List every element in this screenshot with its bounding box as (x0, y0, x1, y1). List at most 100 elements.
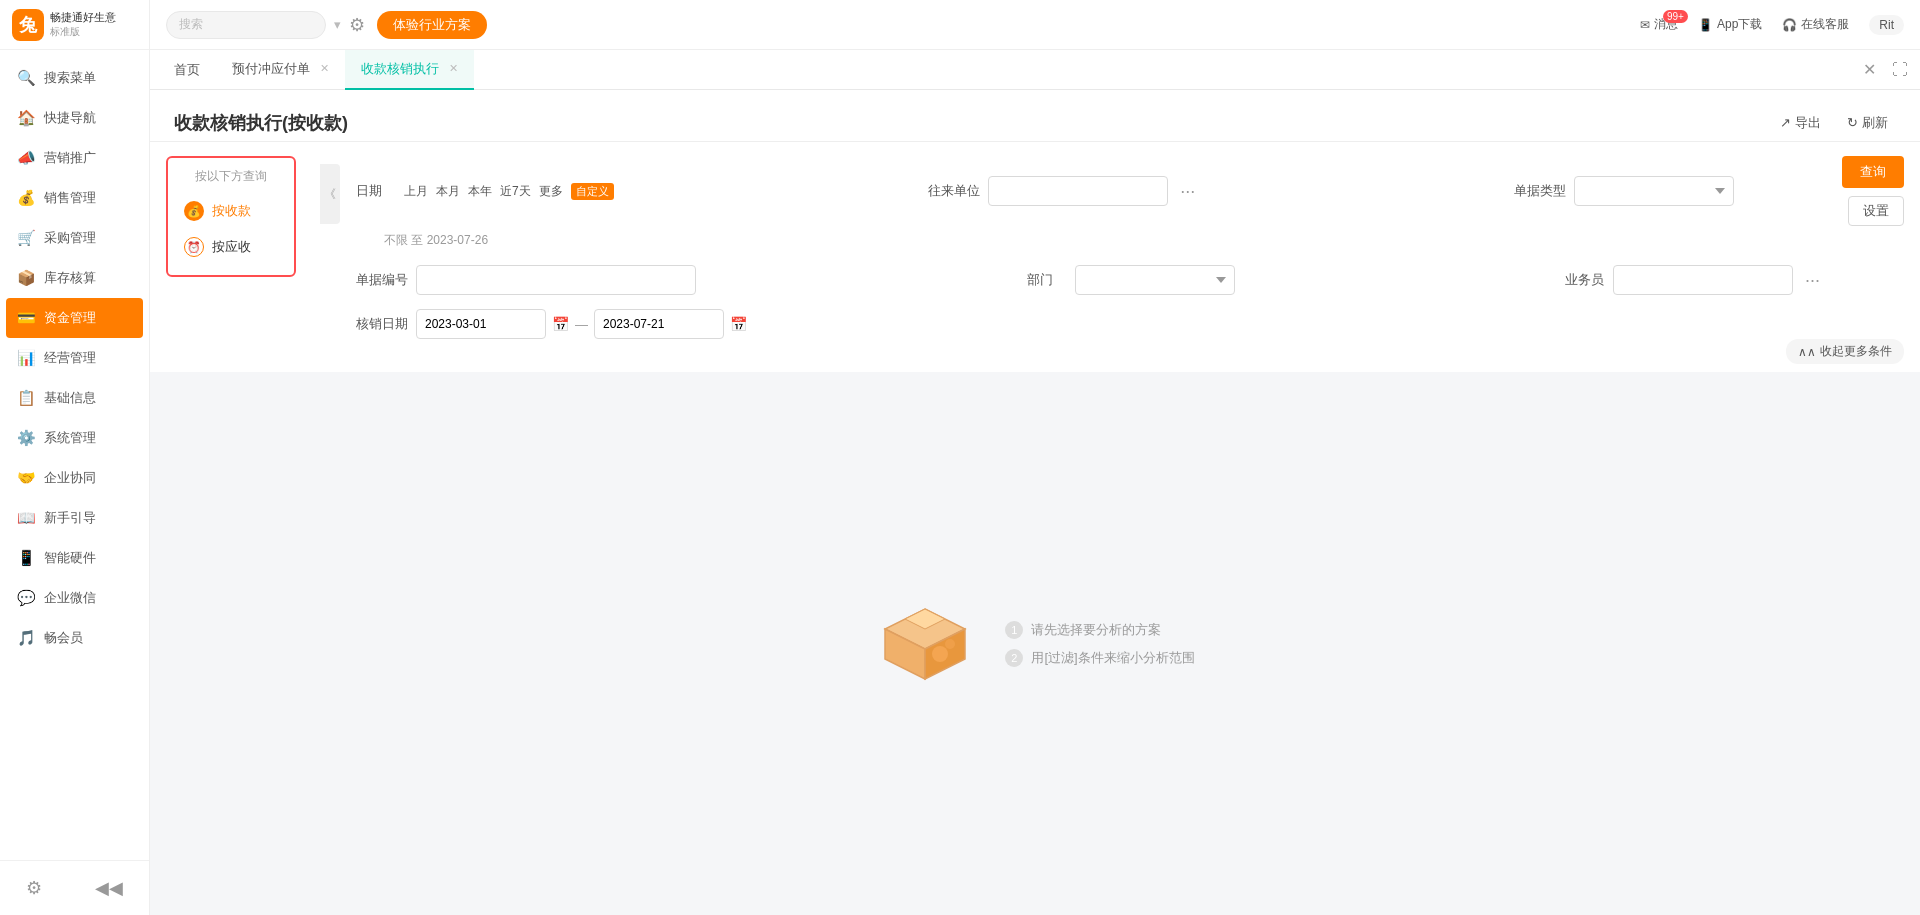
sidebar-item-operation[interactable]: 📊经营管理 (0, 338, 149, 378)
collapse-more-area: ∧∧ 收起更多条件 (166, 339, 1904, 372)
date-custom-badge[interactable]: 自定义 (571, 183, 614, 200)
refresh-icon: ↻ (1847, 115, 1858, 130)
date-more[interactable]: 更多 (539, 181, 563, 202)
app-download-item[interactable]: 📱 App下载 (1698, 16, 1762, 33)
sidebar-item-guide[interactable]: 📖新手引导 (0, 498, 149, 538)
search-placeholder-text: 搜索 (179, 16, 203, 33)
settings-icon[interactable]: ⚙ (20, 871, 48, 905)
verify-date-start[interactable] (416, 309, 546, 339)
close-window-icon[interactable]: ✕ (1859, 56, 1880, 83)
page-header-actions: ↗ 导出 ↻ 刷新 (1772, 110, 1896, 136)
settings-button[interactable]: 设置 (1848, 196, 1904, 226)
quick-nav-icon: 🏠 (16, 108, 36, 128)
staff-input[interactable] (1613, 265, 1793, 295)
step-num-2: 2 (1005, 649, 1023, 667)
collapse-sidebar-icon[interactable]: ◀◀ (89, 871, 129, 905)
svg-point-4 (932, 646, 948, 662)
marketing-icon: 📣 (16, 148, 36, 168)
tab-prepay-label: 预付冲应付单 (232, 60, 310, 78)
app-download-icon: 📱 (1698, 18, 1713, 32)
sidebar-item-inventory[interactable]: 📦库存核算 (0, 258, 149, 298)
tabbar: 首页 预付冲应付单 ✕ 收款核销执行 ✕ ✕ ⛶ (150, 50, 1920, 90)
date-7days[interactable]: 近7天 (500, 181, 531, 202)
expand-icon[interactable]: ⛶ (1888, 57, 1912, 83)
purchase-icon: 🛒 (16, 228, 36, 248)
staff-label: 业务员 (1565, 271, 1605, 289)
calendar-end-icon[interactable]: 📅 (730, 316, 747, 332)
query-button[interactable]: 查询 (1842, 156, 1904, 188)
sidebar-item-basic[interactable]: 📋基础信息 (0, 378, 149, 418)
date-nolimit-text: 不限 至 2023-07-26 (384, 232, 488, 249)
doc-no-input[interactable] (416, 265, 696, 295)
filter-staff-field: 业务员 ··· (1565, 265, 1824, 295)
sidebar-item-enterprise[interactable]: 🤝企业协同 (0, 458, 149, 498)
export-label: 导出 (1795, 114, 1821, 132)
sidebar: 兔 畅捷通好生意 标准版 🔍搜索菜单🏠快捷导航📣营销推广💰销售管理🛒采购管理📦库… (0, 0, 150, 915)
sales-icon: 💰 (16, 188, 36, 208)
dept-select[interactable] (1075, 265, 1235, 295)
sidebar-item-vip[interactable]: 🎵 畅会员 (0, 618, 149, 658)
verify-date-range: 📅 — 📅 (416, 309, 747, 339)
partner-select-icon[interactable]: ··· (1176, 181, 1199, 202)
sidebar-item-purchase[interactable]: 🛒 采购管理 (0, 218, 149, 258)
date-last-month[interactable]: 上月 (404, 181, 428, 202)
topbar-search-area: 搜索 ▾ ⚙ (166, 11, 365, 39)
sidebar-item-label-vip: 畅会员 (44, 629, 83, 647)
empty-step-2-text: 用[过滤]条件来缩小分析范围 (1031, 649, 1194, 667)
gear-icon[interactable]: ⚙ (349, 14, 365, 36)
calendar-start-icon[interactable]: 📅 (552, 316, 569, 332)
date-separator: — (575, 317, 588, 332)
sidebar-item-wechat[interactable]: 💬企业微信 (0, 578, 149, 618)
sidebar-item-smart-hw[interactable]: 📱智能硬件 (0, 538, 149, 578)
filter-option-by-receipt[interactable]: 💰 按收款 (168, 193, 294, 229)
partner-input[interactable] (988, 176, 1168, 206)
filter-option-by-receivable[interactable]: ⏰ 按应收 (168, 229, 294, 265)
sidebar-item-sales[interactable]: 💰销售管理 (0, 178, 149, 218)
svg-point-5 (945, 639, 955, 649)
filter-sidebar: 按以下方查询 💰 按收款 ⏰ 按应收 (166, 156, 296, 277)
collapse-filter-btn[interactable]: 《 (320, 164, 340, 224)
filter-row-2: 单据编号 部门 业务员 (356, 265, 1904, 295)
sidebar-item-label-search-menu: 搜索菜单 (44, 69, 96, 87)
tab-receipts-label: 收款核销执行 (361, 60, 439, 78)
verify-date-end[interactable] (594, 309, 724, 339)
solution-button[interactable]: 体验行业方案 (377, 11, 487, 39)
logo-icon: 兔 (12, 9, 44, 41)
filter-sidebar-title: 按以下方查询 (168, 168, 294, 193)
staff-select-icon[interactable]: ··· (1801, 270, 1824, 291)
content-area: 收款核销执行(按收款) ↗ 导出 ↻ 刷新 按以下方查询 💰 (150, 90, 1920, 915)
sidebar-item-marketing[interactable]: 📣营销推广 (0, 138, 149, 178)
tab-prepay-close[interactable]: ✕ (320, 62, 329, 75)
sidebar-item-search-menu[interactable]: 🔍搜索菜单 (0, 58, 149, 98)
tab-prepay[interactable]: 预付冲应付单 ✕ (216, 50, 345, 90)
receipt-icon: 💰 (184, 201, 204, 221)
guide-icon: 📖 (16, 508, 36, 528)
sidebar-item-funds[interactable]: 💳资金管理 (6, 298, 143, 338)
date-this-year[interactable]: 本年 (468, 181, 492, 202)
receivable-icon: ⏰ (184, 237, 204, 257)
inventory-icon: 📦 (16, 268, 36, 288)
dropdown-icon[interactable]: ▾ (334, 17, 341, 32)
sidebar-item-label-smart-hw: 智能硬件 (44, 549, 96, 567)
step-num-1: 1 (1005, 621, 1023, 639)
chevron-up-icon: ∧∧ (1798, 345, 1816, 359)
refresh-button[interactable]: ↻ 刷新 (1839, 110, 1896, 136)
sidebar-item-system[interactable]: ⚙️系统管理 (0, 418, 149, 458)
topbar-right: ✉ 消息 99+ 📱 App下载 🎧 在线客服 Rit (1640, 15, 1904, 35)
sidebar-item-label-purchase: 采购管理 (44, 229, 96, 247)
tab-receipts[interactable]: 收款核销执行 ✕ (345, 50, 474, 90)
collapse-more-button[interactable]: ∧∧ 收起更多条件 (1786, 339, 1904, 364)
doc-type-select[interactable] (1574, 176, 1734, 206)
sidebar-item-quick-nav[interactable]: 🏠快捷导航 (0, 98, 149, 138)
message-item[interactable]: ✉ 消息 99+ (1640, 16, 1678, 33)
date-this-month[interactable]: 本月 (436, 181, 460, 202)
user-avatar[interactable]: Rit (1869, 15, 1904, 35)
tab-home-label: 首页 (174, 61, 200, 79)
refresh-label: 刷新 (1862, 114, 1888, 132)
tab-home[interactable]: 首页 (158, 50, 216, 90)
tab-receipts-close[interactable]: ✕ (449, 62, 458, 75)
export-button[interactable]: ↗ 导出 (1772, 110, 1829, 136)
empty-state-line-1: 1 请先选择要分析的方案 (1005, 621, 1194, 639)
vip-icon: 🎵 (16, 628, 36, 648)
online-service-item[interactable]: 🎧 在线客服 (1782, 16, 1849, 33)
